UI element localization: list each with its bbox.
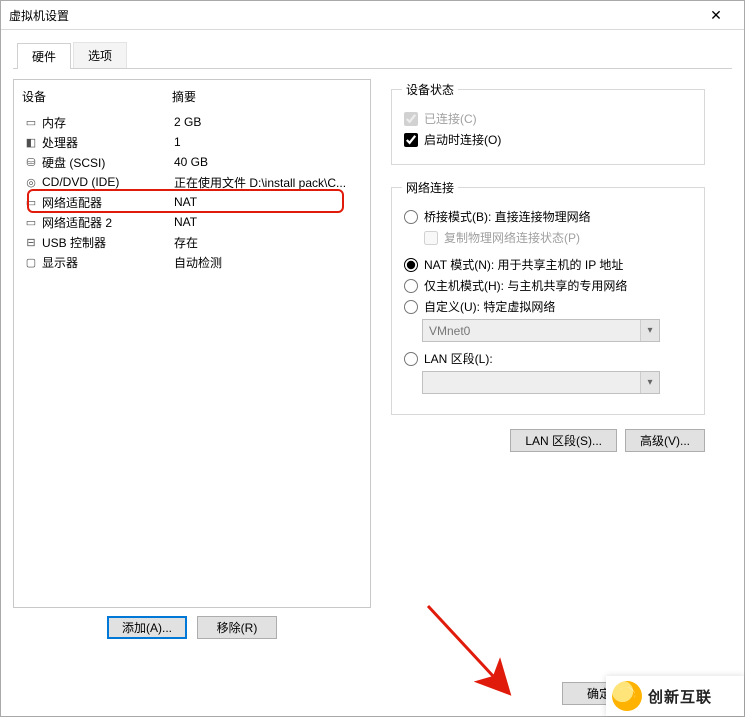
tab-options[interactable]: 选项 bbox=[73, 42, 127, 68]
brand-badge: 创新互联 bbox=[606, 676, 744, 716]
network-connection-group: 网络连接 桥接模式(B): 直接连接物理网络 复制物理网络连接状态(P) NAT… bbox=[391, 179, 705, 415]
col-device-header: 设备 bbox=[22, 88, 172, 105]
advanced-button[interactable]: 高级(V)... bbox=[625, 429, 705, 452]
device-list[interactable]: 设备 摘要 ▭ 内存 2 GB ◧ 处理器 1 ⛁ bbox=[13, 79, 371, 608]
connect-on-poweron-label: 启动时连接(O) bbox=[424, 131, 501, 148]
window-title: 虚拟机设置 bbox=[9, 7, 696, 24]
device-status-legend: 设备状态 bbox=[402, 81, 458, 98]
remove-device-button[interactable]: 移除(R) bbox=[197, 616, 277, 639]
device-row-cdrom[interactable]: ◎ CD/DVD (IDE) 正在使用文件 D:\install pack\C.… bbox=[14, 172, 370, 192]
bridged-label: 桥接模式(B): 直接连接物理网络 bbox=[424, 208, 591, 225]
hostonly-label: 仅主机模式(H): 与主机共享的专用网络 bbox=[424, 277, 627, 294]
replicate-label: 复制物理网络连接状态(P) bbox=[444, 229, 580, 246]
custom-label: 自定义(U): 特定虚拟网络 bbox=[424, 298, 555, 315]
device-list-header: 设备 摘要 bbox=[14, 84, 370, 112]
titlebar: 虚拟机设置 ✕ bbox=[1, 1, 744, 30]
col-summary-header: 摘要 bbox=[172, 88, 362, 105]
connected-label: 已连接(C) bbox=[424, 110, 477, 127]
cdrom-icon: ◎ bbox=[22, 176, 40, 189]
memory-icon: ▭ bbox=[22, 116, 40, 129]
close-button[interactable]: ✕ bbox=[696, 3, 736, 27]
tab-hardware[interactable]: 硬件 bbox=[17, 43, 71, 69]
brand-logo-icon bbox=[612, 681, 642, 711]
display-icon: ▢ bbox=[22, 256, 40, 269]
lan-segment-combo: ▾ bbox=[422, 371, 660, 394]
custom-net-combo: VMnet0 ▾ bbox=[422, 319, 660, 342]
tabs-bar: 硬件 选项 bbox=[13, 42, 732, 69]
custom-radio[interactable] bbox=[404, 300, 418, 314]
device-row-cpu[interactable]: ◧ 处理器 1 bbox=[14, 132, 370, 152]
nic-icon: ▭ bbox=[22, 216, 40, 229]
lan-label: LAN 区段(L): bbox=[424, 350, 493, 367]
lan-segments-button[interactable]: LAN 区段(S)... bbox=[510, 429, 617, 452]
bridged-radio[interactable] bbox=[404, 210, 418, 224]
usb-icon: ⊟ bbox=[22, 236, 40, 249]
device-row-nic1[interactable]: ▭ 网络适配器 NAT bbox=[14, 192, 370, 212]
device-row-nic2[interactable]: ▭ 网络适配器 2 NAT bbox=[14, 212, 370, 232]
device-row-usb[interactable]: ⊟ USB 控制器 存在 bbox=[14, 232, 370, 252]
nat-label: NAT 模式(N): 用于共享主机的 IP 地址 bbox=[424, 256, 623, 273]
lan-radio[interactable] bbox=[404, 352, 418, 366]
connect-on-poweron-checkbox[interactable] bbox=[404, 133, 418, 147]
device-row-display[interactable]: ▢ 显示器 自动检测 bbox=[14, 252, 370, 272]
chevron-down-icon: ▾ bbox=[640, 320, 659, 341]
connected-checkbox bbox=[404, 112, 418, 126]
disk-icon: ⛁ bbox=[22, 156, 40, 169]
custom-net-value: VMnet0 bbox=[429, 324, 470, 338]
nat-radio[interactable] bbox=[404, 258, 418, 272]
hostonly-radio[interactable] bbox=[404, 279, 418, 293]
cpu-icon: ◧ bbox=[22, 136, 40, 149]
device-row-memory[interactable]: ▭ 内存 2 GB bbox=[14, 112, 370, 132]
brand-text: 创新互联 bbox=[648, 686, 712, 707]
network-connection-legend: 网络连接 bbox=[402, 179, 458, 196]
device-status-group: 设备状态 已连接(C) 启动时连接(O) bbox=[391, 81, 705, 165]
add-device-button[interactable]: 添加(A)... bbox=[107, 616, 187, 639]
replicate-checkbox bbox=[424, 231, 438, 245]
nic-icon: ▭ bbox=[22, 196, 40, 209]
chevron-down-icon: ▾ bbox=[640, 372, 659, 393]
device-row-disk[interactable]: ⛁ 硬盘 (SCSI) 40 GB bbox=[14, 152, 370, 172]
